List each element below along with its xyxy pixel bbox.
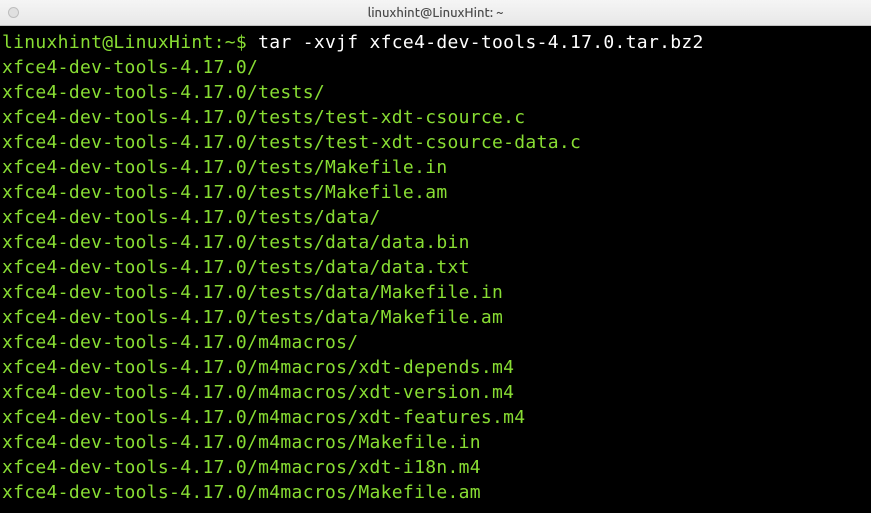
output-line: xfce4-dev-tools-4.17.0/m4macros/xdt-i18n…	[2, 455, 869, 480]
command-text: tar -xvjf xfce4-dev-tools-4.17.0.tar.bz2	[258, 32, 703, 53]
output-line: xfce4-dev-tools-4.17.0/tests/	[2, 80, 869, 105]
output-line: xfce4-dev-tools-4.17.0/m4macros/xdt-vers…	[2, 380, 869, 405]
prompt-text: linuxhint@LinuxHint:~	[2, 32, 236, 53]
output-line: xfce4-dev-tools-4.17.0/tests/data/data.b…	[2, 230, 869, 255]
output-line: xfce4-dev-tools-4.17.0/tests/test-xdt-cs…	[2, 105, 869, 130]
output-line: xfce4-dev-tools-4.17.0/tests/Makefile.am	[2, 180, 869, 205]
prompt-line: linuxhint@LinuxHint:~$ tar -xvjf xfce4-d…	[2, 30, 869, 55]
output-line: xfce4-dev-tools-4.17.0/tests/Makefile.in	[2, 155, 869, 180]
output-line: xfce4-dev-tools-4.17.0/tests/test-xdt-cs…	[2, 130, 869, 155]
prompt-dollar: $	[236, 32, 258, 53]
titlebar: linuxhint@LinuxHint: ~	[0, 0, 871, 26]
output-line: xfce4-dev-tools-4.17.0/m4macros/xdt-feat…	[2, 405, 869, 430]
output-line: xfce4-dev-tools-4.17.0/tests/data/Makefi…	[2, 305, 869, 330]
output-line: xfce4-dev-tools-4.17.0/m4macros/	[2, 330, 869, 355]
output-line: xfce4-dev-tools-4.17.0/tests/data/	[2, 205, 869, 230]
output-line: xfce4-dev-tools-4.17.0/	[2, 55, 869, 80]
terminal-output: xfce4-dev-tools-4.17.0/xfce4-dev-tools-4…	[2, 55, 869, 505]
window-controls	[0, 7, 19, 18]
close-button[interactable]	[8, 7, 19, 18]
output-line: xfce4-dev-tools-4.17.0/m4macros/Makefile…	[2, 430, 869, 455]
output-line: xfce4-dev-tools-4.17.0/tests/data/data.t…	[2, 255, 869, 280]
output-line: xfce4-dev-tools-4.17.0/m4macros/xdt-depe…	[2, 355, 869, 380]
window-title: linuxhint@LinuxHint: ~	[0, 6, 871, 20]
output-line: xfce4-dev-tools-4.17.0/tests/data/Makefi…	[2, 280, 869, 305]
output-line: xfce4-dev-tools-4.17.0/m4macros/Makefile…	[2, 480, 869, 505]
terminal-area[interactable]: linuxhint@LinuxHint:~$ tar -xvjf xfce4-d…	[0, 26, 871, 513]
